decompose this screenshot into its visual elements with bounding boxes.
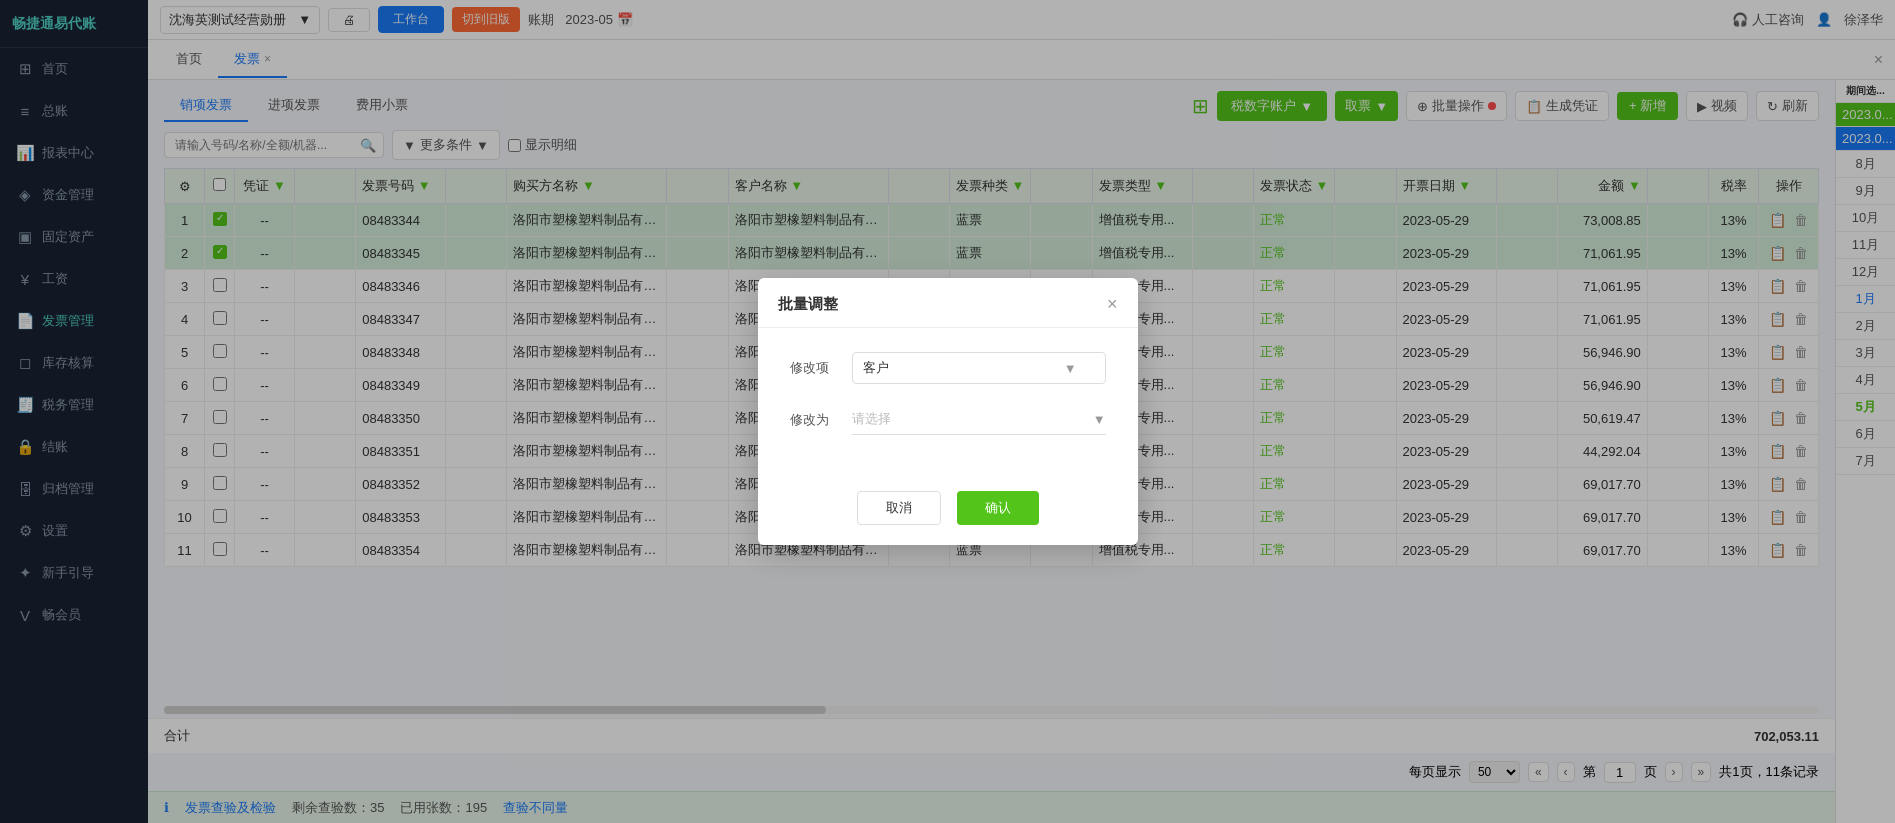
field-value: 客户 bbox=[863, 359, 889, 377]
change-dropdown-icon: ▼ bbox=[1093, 412, 1106, 427]
modal-overlay: 批量调整 × 修改项 客户 ▼ 修改为 请选择 ▼ 取消 确认 bbox=[0, 0, 1895, 823]
field-label: 修改项 bbox=[790, 359, 840, 377]
field-select[interactable]: 客户 ▼ bbox=[852, 352, 1106, 384]
batch-adjust-modal: 批量调整 × 修改项 客户 ▼ 修改为 请选择 ▼ 取消 确认 bbox=[758, 278, 1138, 545]
modal-footer: 取消 确认 bbox=[758, 479, 1138, 545]
change-label: 修改为 bbox=[790, 411, 840, 429]
change-row: 修改为 请选择 ▼ bbox=[790, 404, 1106, 435]
change-select[interactable]: 请选择 ▼ bbox=[852, 404, 1106, 435]
change-placeholder: 请选择 bbox=[852, 410, 891, 428]
modal-title: 批量调整 bbox=[778, 295, 838, 314]
modal-body: 修改项 客户 ▼ 修改为 请选择 ▼ bbox=[758, 328, 1138, 479]
modal-header: 批量调整 × bbox=[758, 278, 1138, 328]
field-row: 修改项 客户 ▼ bbox=[790, 352, 1106, 384]
modal-close-icon[interactable]: × bbox=[1107, 294, 1118, 315]
field-dropdown-icon: ▼ bbox=[1064, 361, 1077, 376]
confirm-button[interactable]: 确认 bbox=[957, 491, 1039, 525]
cancel-button[interactable]: 取消 bbox=[857, 491, 941, 525]
